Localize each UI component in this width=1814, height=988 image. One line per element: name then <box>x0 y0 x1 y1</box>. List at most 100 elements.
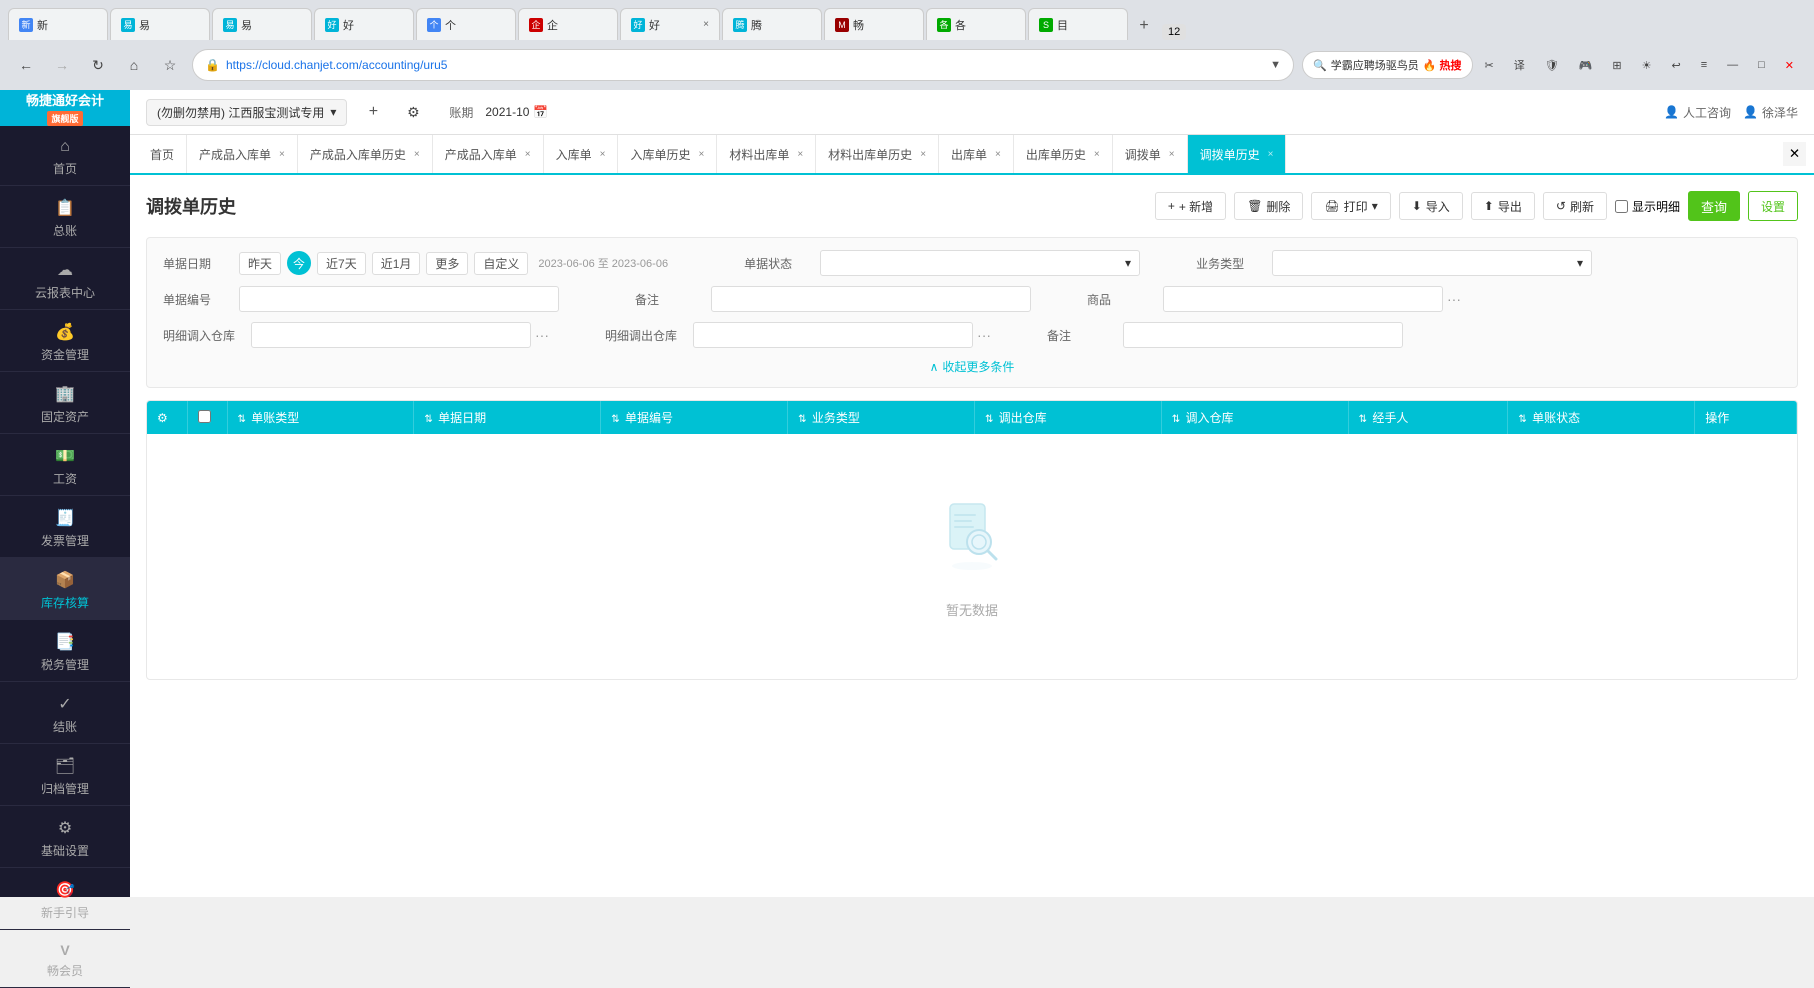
nav-tab-product-in[interactable]: 产成品入库单 × <box>187 135 298 174</box>
cut-tool[interactable]: ✂ <box>1477 57 1502 74</box>
nav-tab-out-history-close[interactable]: × <box>1094 149 1100 160</box>
sidebar-item-payroll[interactable]: 💵 工资 <box>0 434 130 496</box>
print-button[interactable]: 🖨 打印 ▾ <box>1311 192 1390 220</box>
status-select[interactable]: ▾ <box>820 250 1140 276</box>
th-biz-type[interactable]: ⇅ 业务类型 <box>788 401 975 434</box>
browser-tab-4[interactable]: 好 好 <box>314 8 414 40</box>
detail-in-input[interactable] <box>251 322 531 348</box>
display-detail-toggle[interactable]: 显示明细 <box>1615 198 1680 215</box>
browser-tab-10[interactable]: 各 各 <box>926 8 1026 40</box>
browser-tab-5[interactable]: 个 个 <box>416 8 516 40</box>
nav-tab-home[interactable]: 首页 <box>138 135 187 174</box>
minimize-button[interactable]: — <box>1719 57 1746 73</box>
company-selector[interactable]: (勿删勿禁用) 江西服宝测试专用 ▾ <box>146 99 347 126</box>
display-detail-checkbox[interactable] <box>1615 200 1628 213</box>
th-doc-status[interactable]: ⇅ 单账状态 <box>1508 401 1695 434</box>
browser-tab-7[interactable]: 好 好 × <box>620 8 720 40</box>
th-settings[interactable]: ⚙ <box>147 401 187 434</box>
nav-tab-material-out-close[interactable]: × <box>797 149 803 160</box>
nav-tab-material-out[interactable]: 材料出库单 × <box>717 135 816 174</box>
sidebar-item-assets[interactable]: 🏢 固定资产 <box>0 372 130 434</box>
tab-close-7[interactable]: × <box>703 19 709 30</box>
browser-search-bar[interactable]: 🔍 学霸应聘场驱鸟员 🔥 热搜 <box>1302 51 1472 79</box>
detail-out-input[interactable] <box>693 322 973 348</box>
sidebar-item-home[interactable]: ⌂ 首页 <box>0 126 130 186</box>
nav-tab-out-history[interactable]: 出库单历史 × <box>1014 135 1113 174</box>
nav-tab-transfer-close[interactable]: × <box>1169 149 1175 160</box>
undo-tool[interactable]: ↩ <box>1663 57 1688 74</box>
sidebar-item-member[interactable]: V 畅会员 <box>0 930 130 988</box>
new-tab-button[interactable]: + <box>1130 12 1158 40</box>
bookmark-button[interactable]: ☆ <box>156 51 184 79</box>
th-doc-type[interactable]: ⇅ 单账类型 <box>227 401 414 434</box>
nav-tab-material-out-history[interactable]: 材料出库单历史 × <box>816 135 939 174</box>
delete-button[interactable]: 🗑 删除 <box>1234 192 1303 220</box>
th-out-warehouse[interactable]: ⇅ 调出仓库 <box>974 401 1161 434</box>
collapse-button[interactable]: ∧ 收起更多条件 <box>163 358 1781 375</box>
nav-tab-transfer[interactable]: 调拨单 × <box>1113 135 1188 174</box>
menu-tool[interactable]: ≡ <box>1693 57 1715 73</box>
browser-tab-1[interactable]: 新 新 <box>8 8 108 40</box>
doc-number-input[interactable] <box>239 286 559 312</box>
grid-tool[interactable]: ⊞ <box>1604 57 1629 74</box>
refresh-button[interactable]: ↺ 刷新 <box>1543 192 1607 220</box>
browser-tab-8[interactable]: 腾 腾 <box>722 8 822 40</box>
maximize-button[interactable]: □ <box>1750 57 1773 73</box>
nav-tab-out[interactable]: 出库单 × <box>939 135 1014 174</box>
close-all-button[interactable]: ✕ <box>1783 142 1806 166</box>
settings-button[interactable]: 设置 <box>1748 191 1798 221</box>
sidebar-item-closing[interactable]: ✓ 结账 <box>0 682 130 744</box>
translate-tool[interactable]: 译 <box>1506 55 1533 75</box>
forward-button[interactable]: → <box>48 51 76 79</box>
detail-note-input[interactable] <box>1123 322 1403 348</box>
date-1month-btn[interactable]: 近1月 <box>372 252 421 275</box>
sidebar-item-funds[interactable]: 💰 资金管理 <box>0 310 130 372</box>
goods-ellipsis-button[interactable]: ··· <box>1447 291 1461 307</box>
biz-type-select[interactable]: ▾ <box>1272 250 1592 276</box>
sidebar-item-invoice[interactable]: 🧾 发票管理 <box>0 496 130 558</box>
nav-tab-product-in-history[interactable]: 产成品入库单历史 × <box>298 135 433 174</box>
th-doc-date[interactable]: ⇅ 单据日期 <box>414 401 601 434</box>
customer-service-button[interactable]: 👤 人工咨询 <box>1664 104 1731 121</box>
close-all-icon[interactable]: ✕ <box>1783 142 1806 166</box>
nav-tab-product-in-2-close[interactable]: × <box>525 149 531 160</box>
refresh-button[interactable]: ↻ <box>84 51 112 79</box>
sidebar-item-reports[interactable]: ☁ 云报表中心 <box>0 248 130 310</box>
th-doc-number[interactable]: ⇅ 单据编号 <box>601 401 788 434</box>
date-7days-btn[interactable]: 近7天 <box>317 252 366 275</box>
sidebar-item-archive[interactable]: 🗂 归档管理 <box>0 744 130 806</box>
new-button[interactable]: + + 新增 <box>1155 192 1226 220</box>
address-bar[interactable]: 🔒 https://cloud.chanjet.com/accounting/u… <box>192 49 1294 81</box>
export-button[interactable]: ⬆ 导出 <box>1471 192 1535 220</box>
nav-tab-transfer-history-close[interactable]: × <box>1268 149 1274 160</box>
browser-tab-11[interactable]: S 目 <box>1028 8 1128 40</box>
company-settings-button[interactable]: ⚙ <box>399 98 427 126</box>
back-button[interactable]: ← <box>12 51 40 79</box>
browser-tab-9[interactable]: M 畅 <box>824 8 924 40</box>
date-yesterday-btn[interactable]: 昨天 <box>239 252 281 275</box>
nav-tab-product-in-2[interactable]: 产成品入库单 × <box>433 135 544 174</box>
nav-tab-out-close[interactable]: × <box>995 149 1001 160</box>
browser-tab-2[interactable]: 易 易 <box>110 8 210 40</box>
browser-tab-3[interactable]: 易 易 <box>212 8 312 40</box>
nav-tab-in-history-close[interactable]: × <box>698 149 704 160</box>
user-info[interactable]: 👤 徐泽华 <box>1743 104 1798 121</box>
period-selector[interactable]: 2021-10 📅 <box>485 105 548 119</box>
sidebar-item-ledger[interactable]: 📋 总账 <box>0 186 130 248</box>
note-input[interactable] <box>711 286 1031 312</box>
brightness-tool[interactable]: ☀ <box>1634 57 1660 74</box>
select-all-checkbox[interactable] <box>198 410 211 423</box>
th-handler[interactable]: ⇅ 经手人 <box>1348 401 1508 434</box>
detail-out-ellipsis-button[interactable]: ··· <box>977 327 991 343</box>
import-button[interactable]: ⬇ 导入 <box>1399 192 1463 220</box>
home-button[interactable]: ⌂ <box>120 51 148 79</box>
nav-tab-material-out-history-close[interactable]: × <box>920 149 926 160</box>
sidebar-item-tax[interactable]: 📑 税务管理 <box>0 620 130 682</box>
nav-tab-product-in-history-close[interactable]: × <box>414 149 420 160</box>
th-checkbox[interactable] <box>187 401 227 434</box>
sidebar-item-settings[interactable]: ⚙ 基础设置 <box>0 806 130 868</box>
nav-tab-transfer-history[interactable]: 调拨单历史 × <box>1188 135 1287 174</box>
nav-tab-in-close[interactable]: × <box>600 149 606 160</box>
shield-tool[interactable]: 🛡 <box>1537 57 1567 74</box>
date-today-btn[interactable]: 今 <box>287 251 311 275</box>
